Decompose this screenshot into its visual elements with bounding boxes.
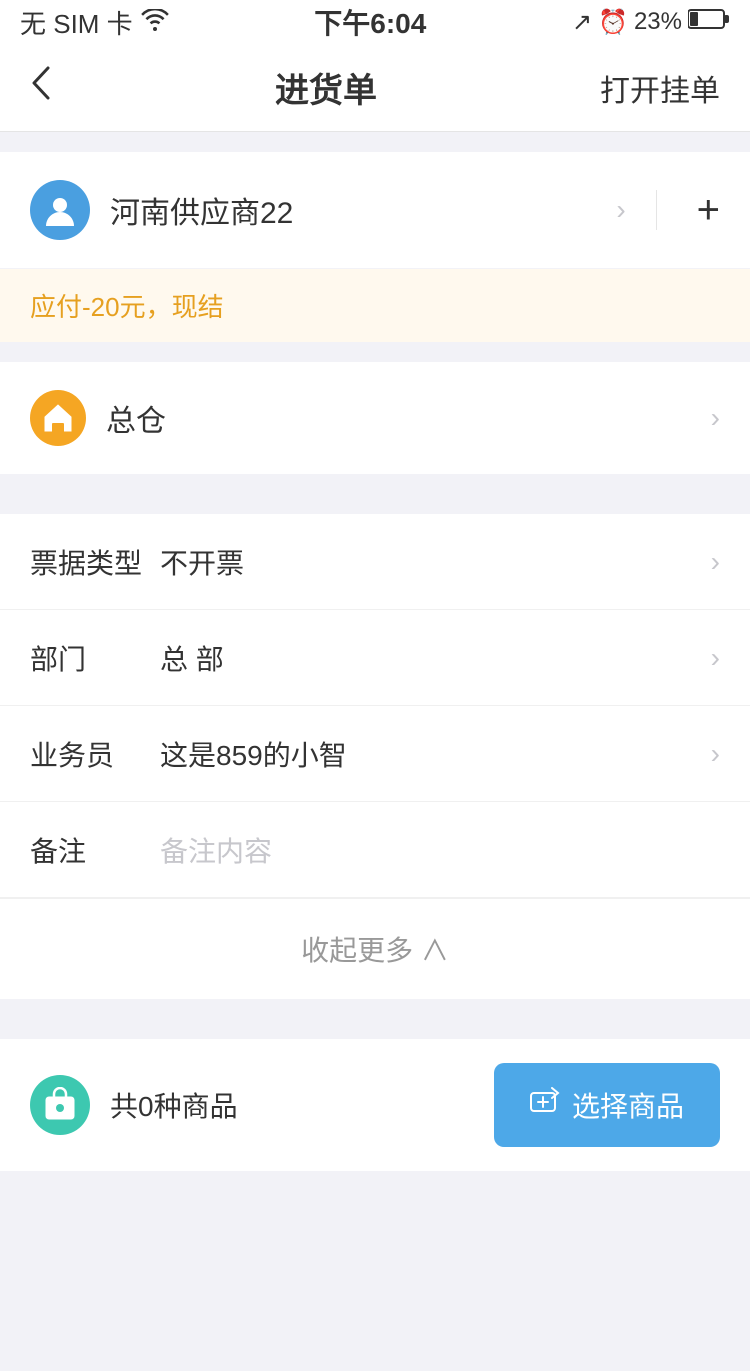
status-left: 无 SIM 卡 [20, 4, 169, 41]
status-bar: 无 SIM 卡 下午6:04 ↗ ⏰ 23% [0, 0, 750, 44]
collapse-text: 收起更多 ∧ [301, 935, 449, 966]
wifi-icon [141, 7, 169, 38]
salesperson-row[interactable]: 业务员 这是859的小智 › [0, 706, 750, 802]
remark-row[interactable]: 备注 备注内容 [0, 802, 750, 898]
department-value: 总 部 [160, 638, 711, 678]
supplier-chevron-icon: › [616, 194, 625, 226]
section-gap-2 [0, 342, 750, 362]
department-row[interactable]: 部门 总 部 › [0, 610, 750, 706]
select-product-button[interactable]: 选择商品 [494, 1063, 720, 1147]
battery-text: 23% [634, 8, 682, 36]
warehouse-label: 总仓 [106, 396, 711, 440]
open-pending-button[interactable]: 打开挂单 [600, 66, 720, 110]
status-right: ↗ ⏰ 23% [572, 8, 730, 37]
back-button[interactable] [30, 64, 52, 111]
warehouse-card: 总仓 › [0, 362, 750, 474]
invoice-chevron-icon: › [711, 546, 720, 578]
notice-text: 应付-20元，现结 [30, 292, 224, 322]
alarm-icon: ⏰ [598, 8, 628, 37]
location-icon: ↗ [572, 8, 592, 37]
nav-bar: 进货单 打开挂单 [0, 44, 750, 132]
invoice-type-value: 不开票 [160, 542, 711, 582]
notice-banner: 应付-20元，现结 [0, 269, 750, 342]
section-gap-4 [0, 999, 750, 1019]
salesperson-label: 业务员 [30, 734, 160, 774]
page-title: 进货单 [275, 63, 377, 112]
supplier-card: 河南供应商22 › + 应付-20元，现结 [0, 152, 750, 342]
section-gap-1 [0, 132, 750, 152]
page-background [0, 1171, 750, 1371]
product-section: 共0种商品 选择商品 [0, 1039, 750, 1171]
form-section: 票据类型 不开票 › 部门 总 部 › 业务员 这是859的小智 › 备注 备注… [0, 514, 750, 999]
battery-icon [688, 8, 730, 37]
remark-label: 备注 [30, 830, 160, 870]
collapse-row[interactable]: 收起更多 ∧ [0, 898, 750, 999]
product-icon [30, 1075, 90, 1135]
supplier-add-button[interactable]: + [697, 188, 720, 233]
section-gap-3 [0, 474, 750, 494]
supplier-divider [656, 190, 657, 230]
supplier-avatar [30, 180, 90, 240]
supplier-row[interactable]: 河南供应商22 › + [0, 152, 750, 269]
supplier-name: 河南供应商22 [110, 188, 616, 232]
warehouse-chevron-icon: › [711, 402, 720, 434]
warehouse-icon [30, 390, 86, 446]
select-product-icon [530, 1087, 562, 1123]
status-time: 下午6:04 [314, 2, 426, 42]
select-product-label: 选择商品 [572, 1085, 684, 1125]
no-sim-text: 无 SIM 卡 [20, 4, 133, 41]
salesperson-value: 这是859的小智 [160, 734, 711, 774]
remark-input[interactable]: 备注内容 [160, 830, 720, 870]
sales-chevron-icon: › [711, 738, 720, 770]
department-label: 部门 [30, 638, 160, 678]
invoice-type-row[interactable]: 票据类型 不开票 › [0, 514, 750, 610]
warehouse-row[interactable]: 总仓 › [0, 362, 750, 474]
dept-chevron-icon: › [711, 642, 720, 674]
product-count: 共0种商品 [110, 1085, 494, 1125]
invoice-type-label: 票据类型 [30, 542, 160, 582]
